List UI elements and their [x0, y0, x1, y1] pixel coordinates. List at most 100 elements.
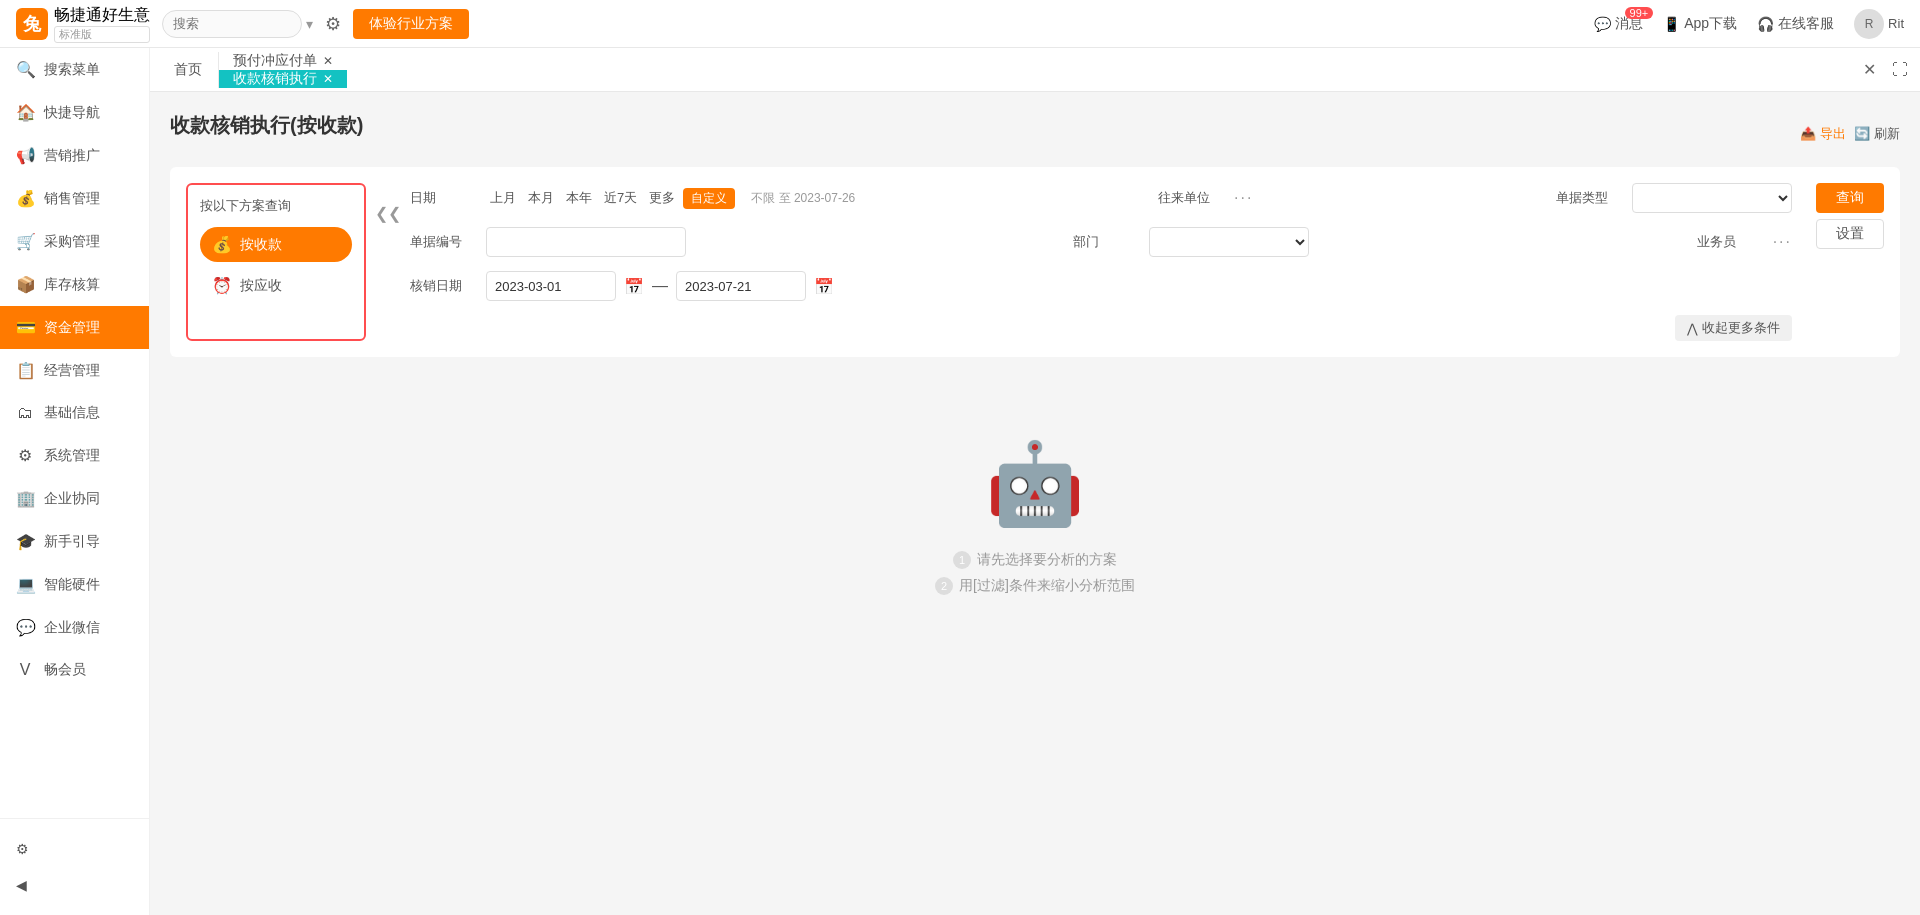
message-button[interactable]: 💬 消息 99+: [1594, 15, 1643, 33]
query-button[interactable]: 查询: [1816, 183, 1884, 213]
tab-prepay[interactable]: 预付冲应付单 ✕: [218, 52, 347, 70]
sidebar-item-purchase[interactable]: 🛒 采购管理: [0, 220, 149, 263]
writeoff-date-range: 📅 — 📅: [486, 271, 834, 301]
collapse-more-button[interactable]: ⋀ 收起更多条件: [1675, 315, 1792, 341]
page-content: 收款核销执行(按收款) 📤 导出 🔄 刷新 按以下方案查询: [150, 92, 1920, 915]
sidebar-item-operations[interactable]: 📋 经营管理: [0, 349, 149, 392]
tab-close-receivable[interactable]: ✕: [323, 72, 333, 86]
filter-option-by-receipt[interactable]: 💰 按收款: [200, 227, 352, 262]
date-note: 不限 至 2023-07-26: [751, 190, 855, 207]
topbar-right: 💬 消息 99+ 📱 App下载 🎧 在线客服 R Rit: [1594, 9, 1904, 39]
writeoff-date-start[interactable]: [486, 271, 616, 301]
tab-expand-button[interactable]: ⛶: [1888, 57, 1912, 83]
online-service-button[interactable]: 🎧 在线客服: [1757, 15, 1834, 33]
sidebar-label-system: 系统管理: [44, 447, 100, 465]
logo-icon: 兔: [16, 8, 48, 40]
sidebar-item-guide[interactable]: 🎓 新手引导: [0, 520, 149, 563]
sidebar-label-member: 畅会员: [44, 661, 86, 679]
sidebar-item-finance[interactable]: 💳 资金管理: [0, 306, 149, 349]
sidebar-item-system[interactable]: ⚙ 系统管理: [0, 434, 149, 477]
sidebar-item-hardware[interactable]: 💻 智能硬件: [0, 563, 149, 606]
doc-type-select[interactable]: [1632, 183, 1792, 213]
sidebar-bottom-collapse[interactable]: ◀: [0, 867, 149, 903]
counterpart-dots-button[interactable]: ···: [1234, 189, 1253, 207]
page-header-actions: 📤 导出 🔄 刷新: [1800, 125, 1900, 143]
sidebar-label-wechat: 企业微信: [44, 619, 100, 637]
option-label-by-receipt: 按收款: [240, 236, 282, 254]
refresh-button[interactable]: 🔄 刷新: [1854, 125, 1900, 143]
sidebar-label-guide: 新手引导: [44, 533, 100, 551]
salesperson-dots-button[interactable]: ···: [1773, 233, 1792, 251]
tab-receivable[interactable]: 收款核销执行 ✕: [218, 70, 347, 88]
dept-select[interactable]: [1149, 227, 1309, 257]
hint-num-2: 2: [935, 577, 953, 595]
sidebar-item-search-menu[interactable]: 🔍 搜索菜单: [0, 48, 149, 91]
sidebar-item-inventory[interactable]: 📦 库存核算: [0, 263, 149, 306]
doc-num-input[interactable]: [486, 227, 686, 257]
sidebar-item-collab[interactable]: 🏢 企业协同: [0, 477, 149, 520]
sidebar-label-purchase: 采购管理: [44, 233, 100, 251]
sidebar-item-member[interactable]: V 畅会员: [0, 649, 149, 691]
sidebar-item-sales[interactable]: 💰 销售管理: [0, 177, 149, 220]
doc-type-label: 单据类型: [1556, 189, 1616, 207]
sidebar-item-basic[interactable]: 🗂 基础信息: [0, 392, 149, 434]
tab-home[interactable]: 首页: [158, 48, 218, 91]
sidebar-bottom-settings[interactable]: ⚙: [0, 831, 149, 867]
gear-icon[interactable]: ⚙: [325, 13, 341, 35]
sidebar-label-marketing: 营销推广: [44, 147, 100, 165]
option-icon-by-receivable: ⏰: [212, 276, 232, 295]
tab-label-prepay: 预付冲应付单: [233, 52, 317, 70]
counterpart-label: 往来单位: [1158, 189, 1218, 207]
sidebar-icon-system: ⚙: [16, 446, 34, 465]
online-service-label: 在线客服: [1778, 15, 1834, 33]
user-name: Rit: [1888, 16, 1904, 31]
tab-bar: 首页 预付冲应付单 ✕ 收款核销执行 ✕ ✕ ⛶: [150, 48, 1920, 92]
date-custom-tag[interactable]: 自定义: [683, 188, 735, 209]
doc-num-label: 单据编号: [410, 233, 470, 251]
option-icon-by-receipt: 💰: [212, 235, 232, 254]
search-input[interactable]: [162, 10, 302, 38]
sidebar-item-quick-nav[interactable]: 🏠 快捷导航: [0, 91, 149, 134]
export-button[interactable]: 📤 导出: [1800, 125, 1846, 143]
tab-close-button[interactable]: ✕: [1859, 56, 1880, 83]
user-area[interactable]: R Rit: [1854, 9, 1904, 39]
salesperson-label: 业务员: [1697, 233, 1757, 251]
filter-title: 按以下方案查询: [200, 197, 352, 215]
hint-num-1: 1: [953, 551, 971, 569]
shortcut-more[interactable]: 更多: [645, 187, 679, 209]
tab-close-prepay[interactable]: ✕: [323, 54, 333, 68]
sidebar-icon-inventory: 📦: [16, 275, 34, 294]
sidebar-label-basic: 基础信息: [44, 404, 100, 422]
form-row-1: 日期 上月 本月 本年 近7天 更多 自定义 不限 至 2023-07-26 往…: [410, 183, 1792, 213]
shortcut-this-month[interactable]: 本月: [524, 187, 558, 209]
calendar-start-icon[interactable]: 📅: [624, 277, 644, 296]
industry-button[interactable]: 体验行业方案: [353, 9, 469, 39]
empty-state: 🤖 1 请先选择要分析的方案 2 用[过滤]条件来缩小分析范围: [170, 357, 1900, 679]
filter-collapse-button[interactable]: ❮❮: [378, 183, 398, 243]
app-download-button[interactable]: 📱 App下载: [1663, 15, 1737, 33]
refresh-label: 刷新: [1874, 125, 1900, 143]
form-row-3: 核销日期 📅 — 📅: [410, 271, 1792, 301]
sidebar-item-marketing[interactable]: 📢 营销推广: [0, 134, 149, 177]
sidebar: 🔍 搜索菜单 🏠 快捷导航 📢 营销推广 💰 销售管理 🛒 采购管理 📦 库存核…: [0, 48, 150, 915]
chevron-down-icon[interactable]: ▾: [306, 16, 313, 32]
sidebar-item-wechat[interactable]: 💬 企业微信: [0, 606, 149, 649]
sidebar-label-inventory: 库存核算: [44, 276, 100, 294]
shortcut-7days[interactable]: 近7天: [600, 187, 641, 209]
filter-options: 💰 按收款 ⏰ 按应收: [200, 227, 352, 303]
sidebar-icon-quick-nav: 🏠: [16, 103, 34, 122]
sidebar-icon-wechat: 💬: [16, 618, 34, 637]
writeoff-date-end[interactable]: [676, 271, 806, 301]
app-icon: 📱: [1663, 16, 1680, 32]
setting-button[interactable]: 设置: [1816, 219, 1884, 249]
collapse-more-row: ⋀ 收起更多条件: [410, 315, 1792, 341]
shortcut-this-year[interactable]: 本年: [562, 187, 596, 209]
topbar-search-area: ▾: [162, 10, 313, 38]
sidebar-label-hardware: 智能硬件: [44, 576, 100, 594]
date-label: 日期: [410, 189, 470, 207]
query-form: 日期 上月 本月 本年 近7天 更多 自定义 不限 至 2023-07-26 往…: [410, 183, 1792, 341]
settings-icon: ⚙: [16, 841, 29, 857]
shortcut-last-month[interactable]: 上月: [486, 187, 520, 209]
calendar-end-icon[interactable]: 📅: [814, 277, 834, 296]
filter-option-by-receivable[interactable]: ⏰ 按应收: [200, 268, 352, 303]
